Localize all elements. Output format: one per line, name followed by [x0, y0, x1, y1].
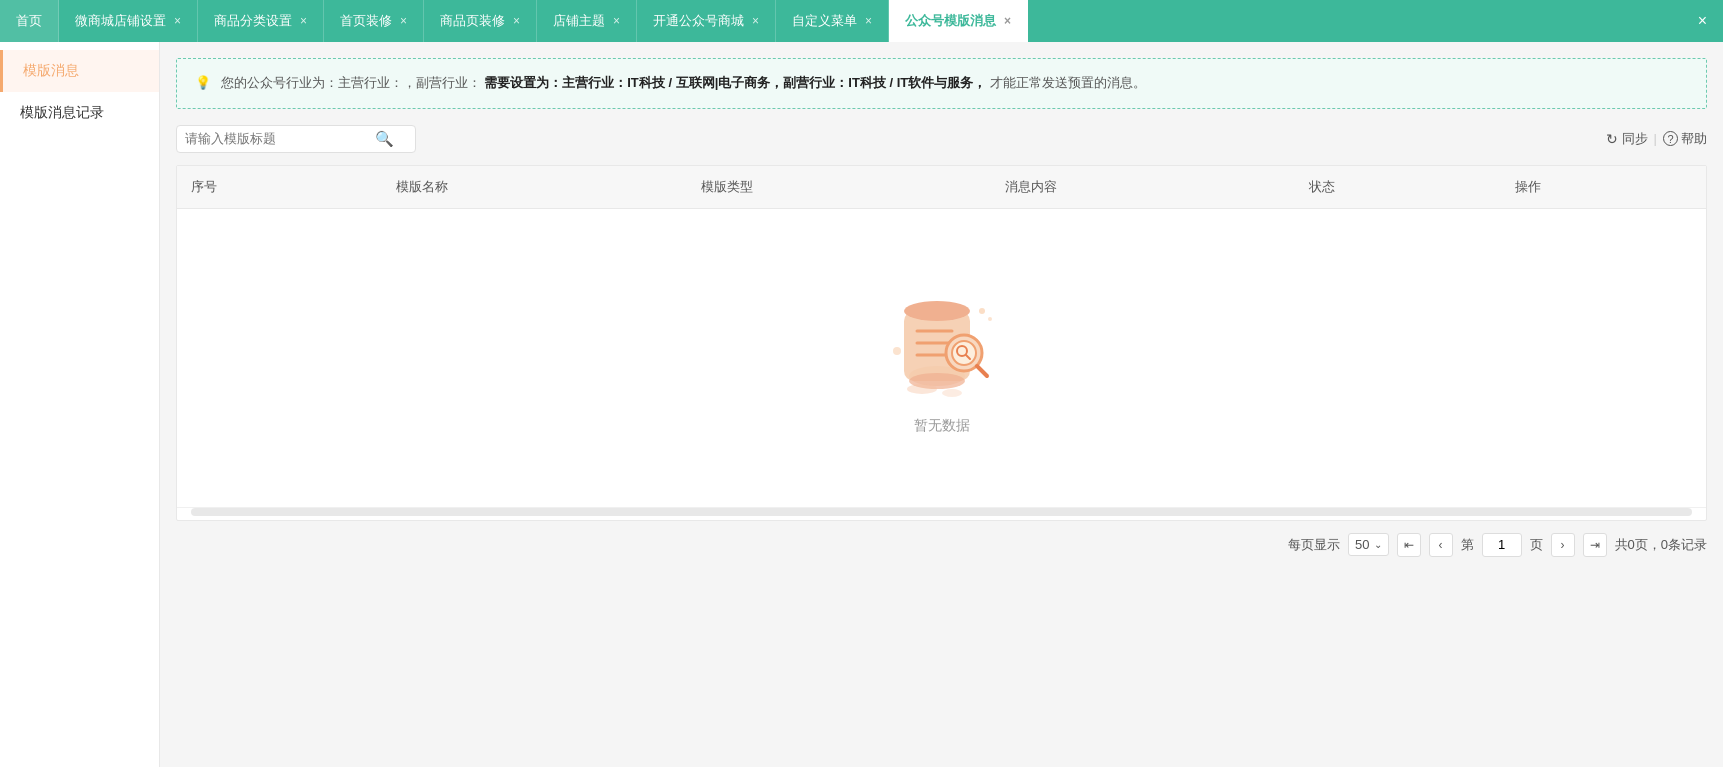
col-header-content: 消息内容 [991, 166, 1295, 209]
empty-illustration [882, 281, 1002, 401]
divider: | [1654, 131, 1657, 146]
tab-close-button[interactable]: × [513, 14, 520, 28]
nav-tab-template-msg[interactable]: 公众号模版消息 × [889, 0, 1028, 42]
nav-tab-label: 店铺主题 [553, 12, 605, 30]
nav-tab-label: 自定义菜单 [792, 12, 857, 30]
sidebar-item-template-record[interactable]: 模版消息记录 [0, 92, 159, 134]
per-page-value: 50 [1355, 537, 1369, 552]
col-header-status: 状态 [1295, 166, 1500, 209]
empty-state: 暂无数据 [191, 221, 1692, 495]
col-header-action: 操作 [1501, 166, 1706, 209]
sync-icon: ↻ [1606, 131, 1618, 147]
svg-point-15 [907, 384, 937, 394]
svg-point-13 [988, 317, 992, 321]
help-button[interactable]: ? 帮助 [1663, 130, 1707, 148]
close-all-button[interactable]: × [1682, 12, 1723, 30]
tab-close-button[interactable]: × [174, 14, 181, 28]
total-label: 共0页，0条记录 [1615, 536, 1707, 554]
nav-tab-label: 商品页装修 [440, 12, 505, 30]
search-icon[interactable]: 🔍 [375, 130, 394, 148]
help-circle-icon: ? [1663, 131, 1678, 146]
data-table: 序号模版名称模版类型消息内容状态操作 [177, 166, 1706, 508]
per-page-select[interactable]: 50 ⌄ [1348, 533, 1388, 556]
search-input[interactable] [185, 131, 375, 146]
col-header-type: 模版类型 [687, 166, 991, 209]
per-page-label: 每页显示 [1288, 536, 1340, 554]
dropdown-icon: ⌄ [1374, 539, 1382, 550]
page-label: 第 [1461, 536, 1474, 554]
tab-close-button[interactable]: × [752, 14, 759, 28]
top-nav: 首页微商城店铺设置×商品分类设置×首页装修×商品页装修×店铺主题×开通公众号商城… [0, 0, 1723, 42]
prev-page-button[interactable]: ‹ [1429, 533, 1453, 557]
nav-tab-label: 公众号模版消息 [905, 12, 996, 30]
tab-close-button[interactable]: × [865, 14, 872, 28]
tab-close-button[interactable]: × [1004, 14, 1011, 28]
help-label: 帮助 [1681, 130, 1707, 148]
last-page-button[interactable]: ⇥ [1583, 533, 1607, 557]
info-text-1: 您的公众号行业为：主营行业：，副营行业： [221, 75, 481, 90]
nav-tab-product-decor[interactable]: 商品页装修 × [424, 0, 537, 42]
search-bar: 🔍 ↻ 同步 | ? 帮助 [176, 125, 1707, 153]
sync-help-area: ↻ 同步 | ? 帮助 [1606, 130, 1707, 148]
page-unit: 页 [1530, 536, 1543, 554]
info-box: 💡 您的公众号行业为：主营行业：，副营行业： 需要设置为：主营行业：IT科技 /… [176, 58, 1707, 109]
sidebar-item-template-msg[interactable]: 模版消息 [0, 50, 159, 92]
col-header-name: 模版名称 [382, 166, 686, 209]
info-text-2: 才能正常发送预置的消息。 [990, 75, 1146, 90]
tab-close-button[interactable]: × [613, 14, 620, 28]
info-highlight: 需要设置为：主营行业：IT科技 / 互联网|电子商务，副营行业：IT科技 / I… [484, 75, 986, 90]
next-page-button[interactable]: › [1551, 533, 1575, 557]
pagination: 每页显示 50 ⌄ ⇤ ‹ 第 页 › ⇥ 共0页，0条记录 [176, 521, 1707, 561]
nav-tab-custom-menu[interactable]: 自定义菜单 × [776, 0, 889, 42]
sidebar: 模版消息模版消息记录 [0, 42, 160, 767]
svg-point-14 [893, 347, 901, 355]
sync-button[interactable]: ↻ 同步 [1606, 130, 1648, 148]
nav-tab-open-mall[interactable]: 开通公众号商城 × [637, 0, 776, 42]
svg-point-8 [952, 341, 976, 365]
nav-tab-label: 首页 [16, 12, 42, 30]
first-page-button[interactable]: ⇤ [1397, 533, 1421, 557]
svg-point-16 [942, 389, 962, 397]
nav-tab-label: 商品分类设置 [214, 12, 292, 30]
horizontal-scrollbar[interactable] [191, 508, 1692, 516]
content-area: 💡 您的公众号行业为：主营行业：，副营行业： 需要设置为：主营行业：IT科技 /… [160, 42, 1723, 767]
nav-tab-home-decor[interactable]: 首页装修 × [324, 0, 424, 42]
tab-close-button[interactable]: × [400, 14, 407, 28]
lightbulb-icon: 💡 [195, 75, 211, 90]
page-input[interactable] [1482, 533, 1522, 557]
nav-tab-label: 开通公众号商城 [653, 12, 744, 30]
search-input-wrap[interactable]: 🔍 [176, 125, 416, 153]
table-body: 暂无数据 [177, 208, 1706, 507]
sync-label: 同步 [1622, 130, 1648, 148]
nav-tab-home[interactable]: 首页 [0, 0, 59, 42]
table-container: 序号模版名称模版类型消息内容状态操作 [176, 165, 1707, 521]
nav-tab-store-theme[interactable]: 店铺主题 × [537, 0, 637, 42]
tab-close-button[interactable]: × [300, 14, 307, 28]
table-header: 序号模版名称模版类型消息内容状态操作 [177, 166, 1706, 209]
nav-tab-category[interactable]: 商品分类设置 × [198, 0, 324, 42]
svg-point-2 [904, 301, 970, 321]
nav-tab-label: 首页装修 [340, 12, 392, 30]
nav-tab-micro-store[interactable]: 微商城店铺设置 × [59, 0, 198, 42]
main-layout: 模版消息模版消息记录 💡 您的公众号行业为：主营行业：，副营行业： 需要设置为：… [0, 42, 1723, 767]
empty-text: 暂无数据 [914, 417, 970, 435]
nav-tab-label: 微商城店铺设置 [75, 12, 166, 30]
svg-point-12 [979, 308, 985, 314]
col-header-seq: 序号 [177, 166, 382, 209]
svg-line-11 [977, 366, 987, 376]
